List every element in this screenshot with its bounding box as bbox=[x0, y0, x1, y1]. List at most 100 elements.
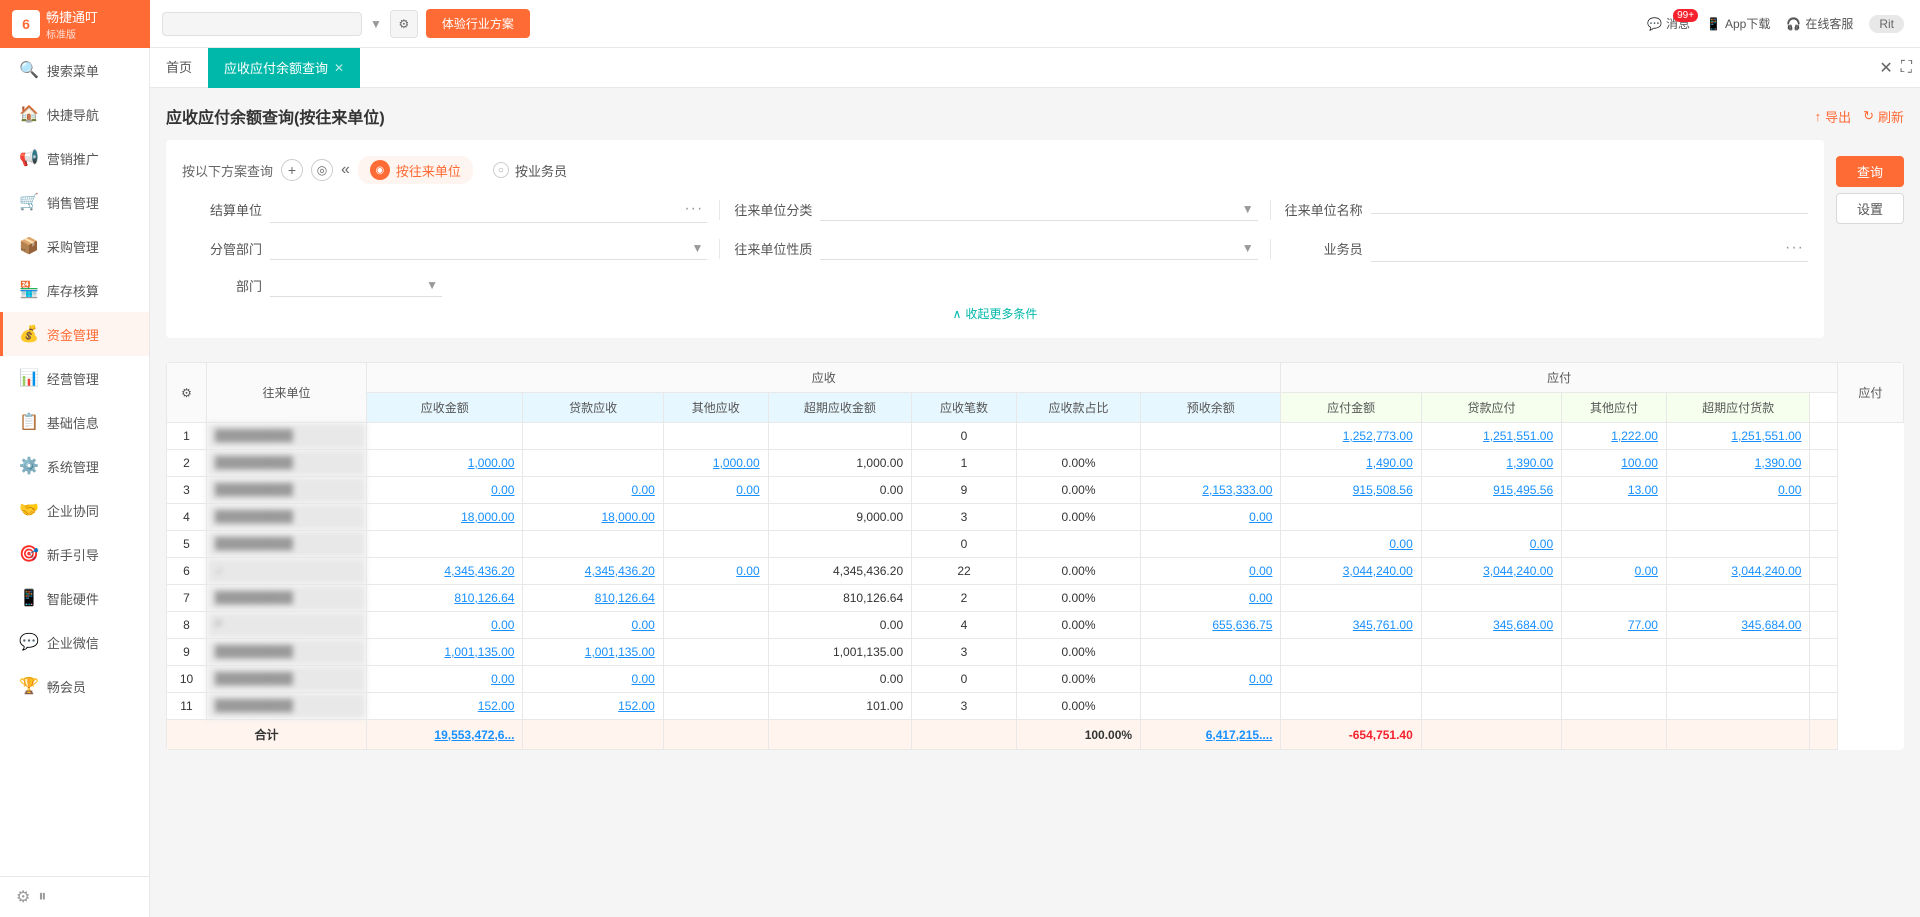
name-input[interactable] bbox=[1371, 205, 1808, 214]
biz-dept-select[interactable]: ▼ bbox=[270, 274, 442, 297]
ar-overdue-header: 超期应收金额 bbox=[768, 393, 911, 423]
sidebar-item-search[interactable]: 🔍 搜索菜单 bbox=[0, 48, 149, 92]
refresh-button[interactable]: ↻ 刷新 bbox=[1863, 107, 1904, 126]
sidebar-item-purchase[interactable]: 📦 采购管理 bbox=[0, 224, 149, 268]
sidebar-item-system[interactable]: ⚙️ 系统管理 bbox=[0, 444, 149, 488]
filter-field-name: 往来单位名称 bbox=[1283, 200, 1808, 219]
footer-ar-prepay[interactable]: 6,417,215.... bbox=[1141, 720, 1281, 750]
messages-button[interactable]: 💬 消息 99+ bbox=[1647, 15, 1690, 32]
filter-nav-staff[interactable]: ○ 按业务员 bbox=[481, 157, 579, 184]
nature-select[interactable]: ▼ bbox=[820, 237, 1257, 260]
biz-dept-label: 部门 bbox=[182, 276, 262, 295]
table-group-header: ⚙ 往来单位 应收 应付 应付 bbox=[167, 363, 1904, 393]
sidebar-label-marketing: 营销推广 bbox=[47, 149, 99, 168]
sidebar-item-hardware[interactable]: 📱 智能硬件 bbox=[0, 576, 149, 620]
filter-collapse-icon[interactable]: « bbox=[341, 161, 350, 179]
filter-scheme-button[interactable]: ◎ bbox=[311, 159, 333, 181]
gear-button[interactable]: ⚙ bbox=[390, 10, 418, 38]
breadcrumb-input[interactable] bbox=[162, 12, 362, 36]
sidebar-label-member: 畅会员 bbox=[47, 677, 86, 696]
page-title: 应收应付余额查询(按往来单位) bbox=[166, 104, 385, 128]
content-area: 首页 应收应付余额查询 ✕ ✕ ⛶ 应收应付余额查询(按往来单位) ↑ 导出 bbox=[150, 48, 1920, 917]
system-icon: ⚙️ bbox=[19, 456, 39, 476]
service-button[interactable]: 🎧 在线客服 bbox=[1786, 15, 1853, 32]
user-avatar[interactable]: Rit bbox=[1869, 15, 1904, 33]
hardware-icon: 📱 bbox=[19, 588, 39, 608]
sidebar-item-marketing[interactable]: 📢 营销推广 bbox=[0, 136, 149, 180]
top-bar: 6 畅捷通叮 标准版 ▼ ⚙ 体验行业方案 💬 消息 99+ 📱 App下载 🎧… bbox=[0, 0, 1920, 48]
table-settings-icon[interactable]: ⚙ bbox=[181, 386, 192, 400]
query-button[interactable]: 查询 bbox=[1836, 156, 1904, 187]
filter-add-button[interactable]: + bbox=[281, 159, 303, 181]
ar-group-header: 应收 bbox=[367, 363, 1281, 393]
download-button[interactable]: 📱 App下载 bbox=[1706, 15, 1770, 32]
sidebar-item-member[interactable]: 🏆 畅会员 bbox=[0, 664, 149, 708]
tab-ar[interactable]: 应收应付余额查询 ✕ bbox=[208, 48, 360, 88]
table-row: 8P0.000.000.0040.00%655,636.75345,761.00… bbox=[167, 612, 1904, 639]
category-arrow: ▼ bbox=[1242, 202, 1254, 216]
divider3 bbox=[719, 239, 720, 259]
logo-icon: 6 bbox=[12, 10, 40, 38]
sidebar-item-guide[interactable]: 🎯 新手引导 bbox=[0, 532, 149, 576]
table-sub-header: 应收金额 贷款应收 其他应收 超期应收金额 应收笔数 应收款占比 预收余额 应付… bbox=[167, 393, 1904, 423]
category-select[interactable]: ▼ bbox=[820, 198, 1257, 221]
table-row: 9██████████1,001,135.001,001,135.001,001… bbox=[167, 639, 1904, 666]
top-right-area: 💬 消息 99+ 📱 App下载 🎧 在线客服 Rit bbox=[1647, 15, 1904, 33]
staff-input[interactable]: ··· bbox=[1371, 235, 1808, 262]
table-row: 4██████████18,000.0018,000.009,000.0030.… bbox=[167, 504, 1904, 531]
breadcrumb-dropdown[interactable]: ▼ bbox=[370, 17, 382, 31]
table-row: 5██████████00.000.00 bbox=[167, 531, 1904, 558]
sidebar-item-wechat[interactable]: 💬 企业微信 bbox=[0, 620, 149, 664]
tab-close-icon[interactable]: ✕ bbox=[334, 61, 344, 75]
page-content: 应收应付余额查询(按往来单位) ↑ 导出 ↻ 刷新 bbox=[150, 88, 1920, 917]
filter-nav-label-staff: 按业务员 bbox=[515, 161, 567, 180]
sidebar-item-inventory[interactable]: 🏪 库存核算 bbox=[0, 268, 149, 312]
divider1 bbox=[719, 200, 720, 220]
service-icon: 🎧 bbox=[1786, 17, 1801, 31]
export-button[interactable]: ↑ 导出 bbox=[1815, 107, 1852, 126]
sidebar-label-nav: 快捷导航 bbox=[47, 105, 99, 124]
purchase-icon: 📦 bbox=[19, 236, 39, 256]
sidebar-item-nav[interactable]: 🏠 快捷导航 bbox=[0, 92, 149, 136]
data-table: ⚙ 往来单位 应收 应付 应付 应收金额 贷款应收 其他应收 超期应收金额 bbox=[166, 362, 1904, 750]
filter-row-3: 部门 ▼ bbox=[182, 274, 1808, 297]
sidebar-label-management: 经营管理 bbox=[47, 369, 99, 388]
sales-icon: 🛒 bbox=[19, 192, 39, 212]
settlement-input[interactable]: ··· bbox=[270, 196, 707, 223]
dept-arrow: ▼ bbox=[691, 241, 703, 255]
partner-header: 往来单位 bbox=[207, 363, 367, 423]
settings-button[interactable]: 设置 bbox=[1836, 193, 1904, 224]
finance-icon: 💰 bbox=[19, 324, 39, 344]
ap-extra-header: 应付 bbox=[1837, 363, 1903, 423]
sidebar-label-wechat: 企业微信 bbox=[47, 633, 99, 652]
sidebar-item-management[interactable]: 📊 经营管理 bbox=[0, 356, 149, 400]
inventory-icon: 🏪 bbox=[19, 280, 39, 300]
settings-bottom-icon[interactable]: ⚙ bbox=[16, 887, 30, 907]
dept-select[interactable]: ▼ bbox=[270, 237, 707, 260]
table-row: 3██████████0.000.000.000.0090.00%2,153,3… bbox=[167, 477, 1904, 504]
sidebar: 🔍 搜索菜单 🏠 快捷导航 📢 营销推广 🛒 销售管理 📦 采购管理 🏪 库存核… bbox=[0, 48, 150, 917]
footer-ar-amount[interactable]: 19,553,472,6... bbox=[367, 720, 523, 750]
sidebar-label-search: 搜索菜单 bbox=[47, 61, 99, 80]
sidebar-item-basic[interactable]: 📋 基础信息 bbox=[0, 400, 149, 444]
ap-other-header: 其他应付 bbox=[1562, 393, 1667, 423]
sidebar-item-finance[interactable]: 💰 资金管理 bbox=[0, 312, 149, 356]
tab-bar-right: ✕ ⛶ bbox=[1879, 58, 1920, 78]
collapse-more-button[interactable]: ∧ 收起更多条件 bbox=[182, 297, 1808, 322]
ar-amount-header: 应收金额 bbox=[367, 393, 523, 423]
filter-nav-icon-partner: ◉ bbox=[370, 160, 390, 180]
maximize-icon[interactable]: ⛶ bbox=[1901, 59, 1912, 77]
filter-field-dept: 分管部门 ▼ bbox=[182, 237, 707, 260]
sidebar-item-sales[interactable]: 🛒 销售管理 bbox=[0, 180, 149, 224]
solution-button[interactable]: 体验行业方案 bbox=[426, 9, 530, 38]
filter-nav-partner[interactable]: ◉ 按往来单位 bbox=[358, 156, 473, 184]
ar-ratio-header: 应收款占比 bbox=[1016, 393, 1140, 423]
collapse-sidebar-icon[interactable]: ⏸ bbox=[38, 888, 46, 906]
filter-top-row: 按以下方案查询 + ◎ « ◉ 按往来单位 ○ 按业务员 bbox=[182, 156, 1808, 184]
tab-home[interactable]: 首页 bbox=[150, 48, 208, 88]
sidebar-item-collab[interactable]: 🤝 企业协同 bbox=[0, 488, 149, 532]
tab-bar: 首页 应收应付余额查询 ✕ ✕ ⛶ bbox=[150, 48, 1920, 88]
close-window-icon[interactable]: ✕ bbox=[1879, 58, 1892, 78]
filter-row-2: 分管部门 ▼ 往来单位性质 bbox=[182, 235, 1808, 262]
tab-ar-label: 应收应付余额查询 bbox=[224, 58, 328, 77]
